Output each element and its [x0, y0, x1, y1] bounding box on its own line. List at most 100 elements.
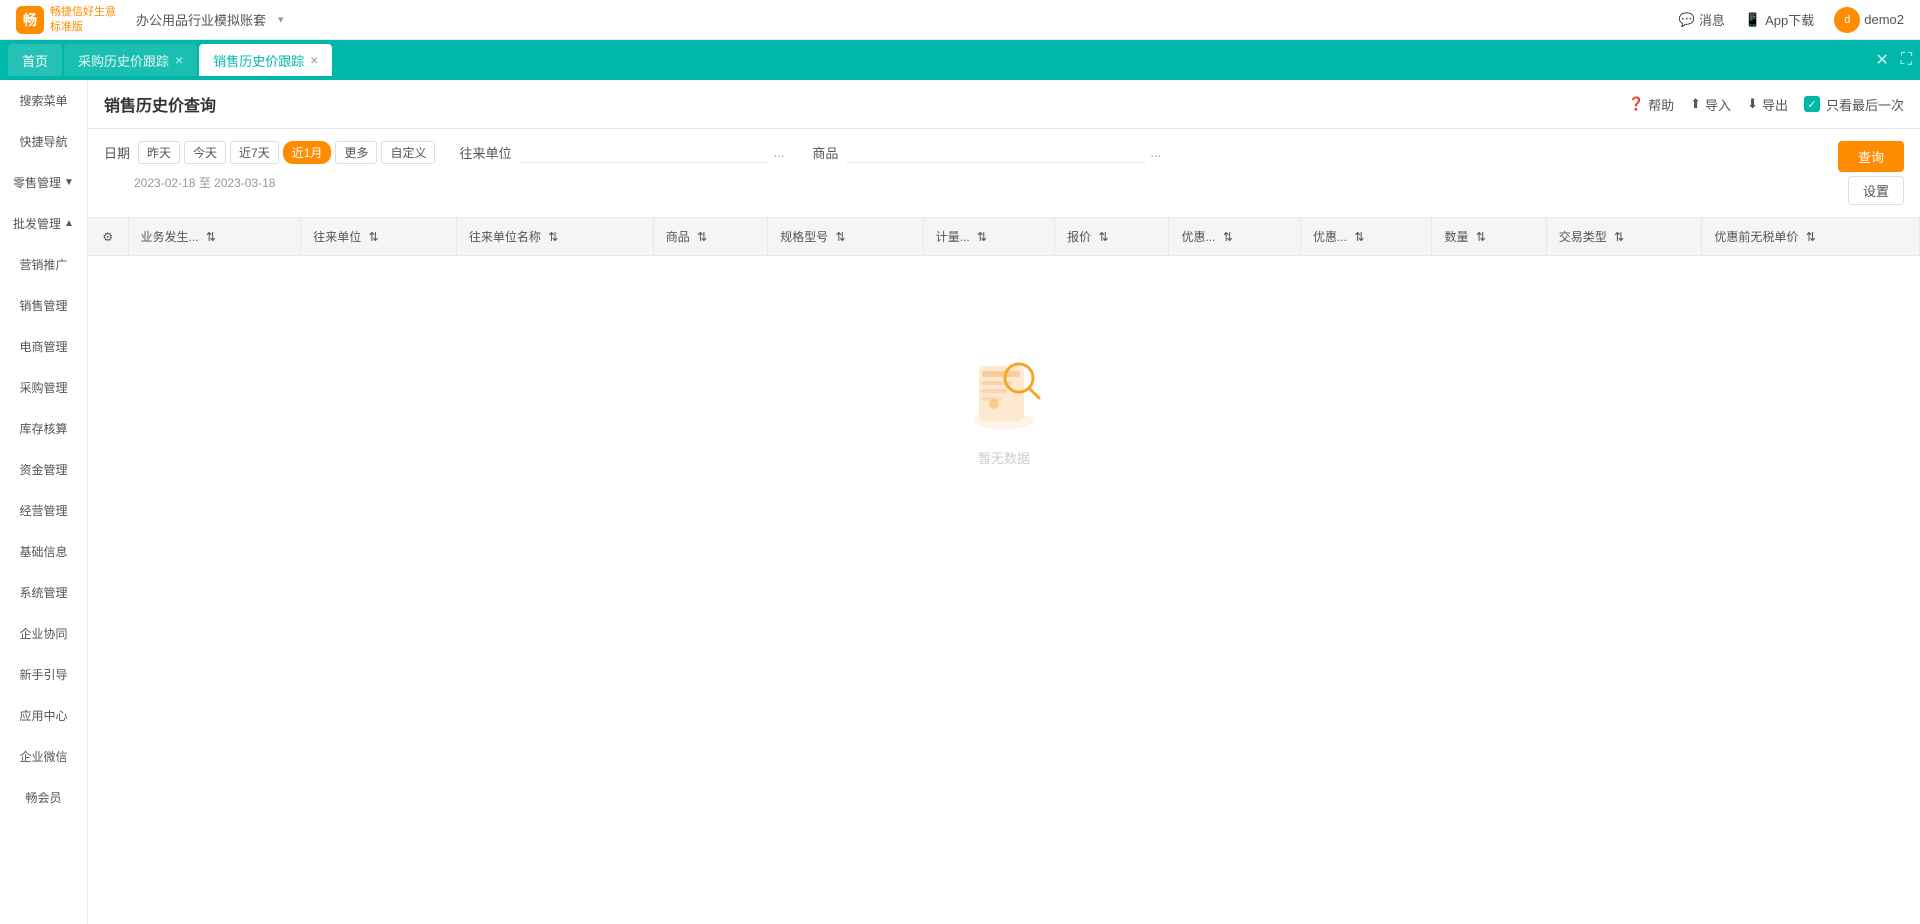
sidebar-item-wxwork[interactable]: 企业微信	[0, 736, 87, 777]
sort-txtype-icon: ⇅	[1614, 230, 1624, 244]
checkbox-icon: ✓	[1804, 96, 1820, 112]
table-col-product[interactable]: 商品 ⇅	[653, 218, 767, 256]
table-area: ⚙ 业务发生... ⇅ 往来单位 ⇅ 往来单位名称 ⇅	[88, 218, 1920, 924]
date-label: 日期	[104, 143, 130, 162]
tab-bar-actions: ✕ ⛶	[1875, 50, 1912, 70]
workspace-dropdown[interactable]: ▾	[278, 13, 284, 26]
table-col-discount1[interactable]: 优惠... ⇅	[1169, 218, 1301, 256]
top-bar: 畅 畅捷信好生意 标准版 办公用品行业模拟账套 ▾ 💬 消息 📱 App下载 d…	[0, 0, 1920, 40]
table-col-pretaxprice[interactable]: 优惠前无税单价 ⇅	[1702, 218, 1920, 256]
table-col-unit[interactable]: 计量... ⇅	[923, 218, 1055, 256]
table-col-discount2[interactable]: 优惠... ⇅	[1300, 218, 1432, 256]
import-icon: ⬆	[1690, 96, 1701, 112]
partner-input-group: ...	[519, 141, 788, 164]
sidebar-item-basic[interactable]: 基础信息	[0, 531, 87, 572]
sort-bizdate-icon: ⇅	[206, 230, 216, 244]
table-col-partnername[interactable]: 往来单位名称 ⇅	[456, 218, 653, 256]
expand-icon[interactable]: ⛶	[1901, 51, 1912, 69]
setting-button[interactable]: 设置	[1848, 176, 1904, 205]
sidebar: 搜索菜单 快捷导航 零售管理 ▼ 批发管理 ▲ 营销推广 销售管理 电商管理 采…	[0, 80, 88, 924]
help-icon: ❓	[1628, 96, 1644, 112]
wholesale-arrow-icon: ▲	[64, 218, 74, 229]
sidebar-item-operations[interactable]: 经营管理	[0, 490, 87, 531]
sort-discount1-icon: ⇅	[1223, 230, 1233, 244]
date-btn-1month[interactable]: 近1月	[283, 141, 332, 164]
chat-icon: 💬	[1679, 12, 1695, 28]
product-filter-group: 商品 ...	[812, 141, 1165, 164]
date-range: 2023-02-18 至 2023-03-18	[134, 174, 275, 191]
import-button[interactable]: ⬆ 导入	[1690, 95, 1731, 114]
date-filter-group: 日期 昨天 今天 近7天 近1月 更多 自定义 2023-02-18 至 202…	[104, 141, 435, 191]
sidebar-item-wholesale[interactable]: 批发管理 ▲	[0, 203, 87, 244]
table-col-spec[interactable]: 规格型号 ⇅	[768, 218, 924, 256]
page-header-actions: ❓ 帮助 ⬆ 导入 ⬇ 导出 ✓ 只看最后一次	[1628, 95, 1904, 114]
settings-icon: ⚙	[102, 230, 113, 244]
message-button[interactable]: 💬 消息	[1679, 10, 1725, 29]
only-last-toggle[interactable]: ✓ 只看最后一次	[1804, 95, 1904, 114]
date-btn-yesterday[interactable]: 昨天	[138, 141, 180, 164]
sidebar-item-purchase[interactable]: 采购管理	[0, 367, 87, 408]
partner-dots-button[interactable]: ...	[769, 141, 788, 164]
table-col-bizdate[interactable]: 业务发生... ⇅	[128, 218, 301, 256]
sidebar-item-enterprise[interactable]: 企业协同	[0, 613, 87, 654]
empty-text: 暂无数据	[978, 448, 1030, 467]
date-btn-custom[interactable]: 自定义	[381, 141, 435, 164]
partner-input[interactable]	[519, 143, 769, 163]
sidebar-item-sales[interactable]: 销售管理	[0, 285, 87, 326]
workspace-title: 办公用品行业模拟账套	[136, 10, 266, 29]
table-col-txtype[interactable]: 交易类型 ⇅	[1546, 218, 1702, 256]
date-btn-7days[interactable]: 近7天	[230, 141, 279, 164]
table-col-qty[interactable]: 数量 ⇅	[1432, 218, 1546, 256]
table-col-partner[interactable]: 往来单位 ⇅	[301, 218, 457, 256]
export-icon: ⬇	[1747, 96, 1758, 112]
tab-home[interactable]: 首页	[8, 44, 62, 76]
sidebar-item-quicknav[interactable]: 快捷导航	[0, 121, 87, 162]
partner-filter-group: 往来单位 ...	[459, 141, 788, 164]
help-button[interactable]: ❓ 帮助	[1628, 95, 1674, 114]
tab-close-purchase[interactable]: ×	[175, 52, 183, 68]
close-tab-icon[interactable]: ✕	[1875, 50, 1888, 70]
logo-icon: 畅	[16, 6, 44, 34]
sidebar-item-guide[interactable]: 新手引导	[0, 654, 87, 695]
logo-area: 畅 畅捷信好生意 标准版	[16, 5, 116, 34]
sidebar-item-marketing[interactable]: 营销推广	[0, 244, 87, 285]
main-layout: 搜索菜单 快捷导航 零售管理 ▼ 批发管理 ▲ 营销推广 销售管理 电商管理 采…	[0, 80, 1920, 924]
sidebar-item-retail[interactable]: 零售管理 ▼	[0, 162, 87, 203]
sort-qty-icon: ⇅	[1476, 230, 1486, 244]
logo-text: 畅捷信好生意 标准版	[50, 5, 116, 34]
tab-sales-history[interactable]: 销售历史价跟踪 ×	[199, 44, 332, 76]
query-button[interactable]: 查询	[1838, 141, 1904, 172]
product-input-group: ...	[846, 141, 1165, 164]
sidebar-item-inventory[interactable]: 库存核算	[0, 408, 87, 449]
export-button[interactable]: ⬇ 导出	[1747, 95, 1788, 114]
sidebar-item-search[interactable]: 搜索菜单	[0, 80, 87, 121]
tab-close-sales[interactable]: ×	[310, 52, 318, 68]
product-label: 商品	[812, 143, 838, 162]
table-header-row: ⚙ 业务发生... ⇅ 往来单位 ⇅ 往来单位名称 ⇅	[88, 218, 1920, 256]
table-col-price[interactable]: 报价 ⇅	[1055, 218, 1169, 256]
sidebar-item-finance[interactable]: 资金管理	[0, 449, 87, 490]
sidebar-item-system[interactable]: 系统管理	[0, 572, 87, 613]
empty-state: 暂无数据	[88, 256, 1920, 547]
tab-purchase-history[interactable]: 采购历史价跟踪 ×	[64, 44, 197, 76]
product-input[interactable]	[846, 143, 1146, 163]
date-btn-more[interactable]: 更多	[335, 141, 377, 164]
sidebar-item-appcenter[interactable]: 应用中心	[0, 695, 87, 736]
sidebar-item-ecommerce[interactable]: 电商管理	[0, 326, 87, 367]
date-btn-today[interactable]: 今天	[184, 141, 226, 164]
sort-unit-icon: ⇅	[977, 230, 987, 244]
page-header: 销售历史价查询 ❓ 帮助 ⬆ 导入 ⬇ 导出 ✓ 只看最后一次	[88, 80, 1920, 129]
app-download-button[interactable]: 📱 App下载	[1745, 10, 1814, 29]
top-bar-left: 畅 畅捷信好生意 标准版 办公用品行业模拟账套 ▾	[16, 5, 284, 34]
sidebar-item-member[interactable]: 畅会员	[0, 777, 87, 818]
table-settings-col[interactable]: ⚙	[88, 218, 128, 256]
user-menu[interactable]: d demo2	[1834, 7, 1904, 33]
data-table: ⚙ 业务发生... ⇅ 往来单位 ⇅ 往来单位名称 ⇅	[88, 218, 1920, 256]
top-bar-right: 💬 消息 📱 App下载 d demo2	[1679, 7, 1904, 33]
sort-discount2-icon: ⇅	[1354, 230, 1364, 244]
page-title: 销售历史价查询	[104, 92, 216, 116]
sort-product-icon: ⇅	[697, 230, 707, 244]
partner-label: 往来单位	[459, 143, 511, 162]
sort-partner-icon: ⇅	[369, 230, 379, 244]
product-dots-button[interactable]: ...	[1146, 141, 1165, 164]
